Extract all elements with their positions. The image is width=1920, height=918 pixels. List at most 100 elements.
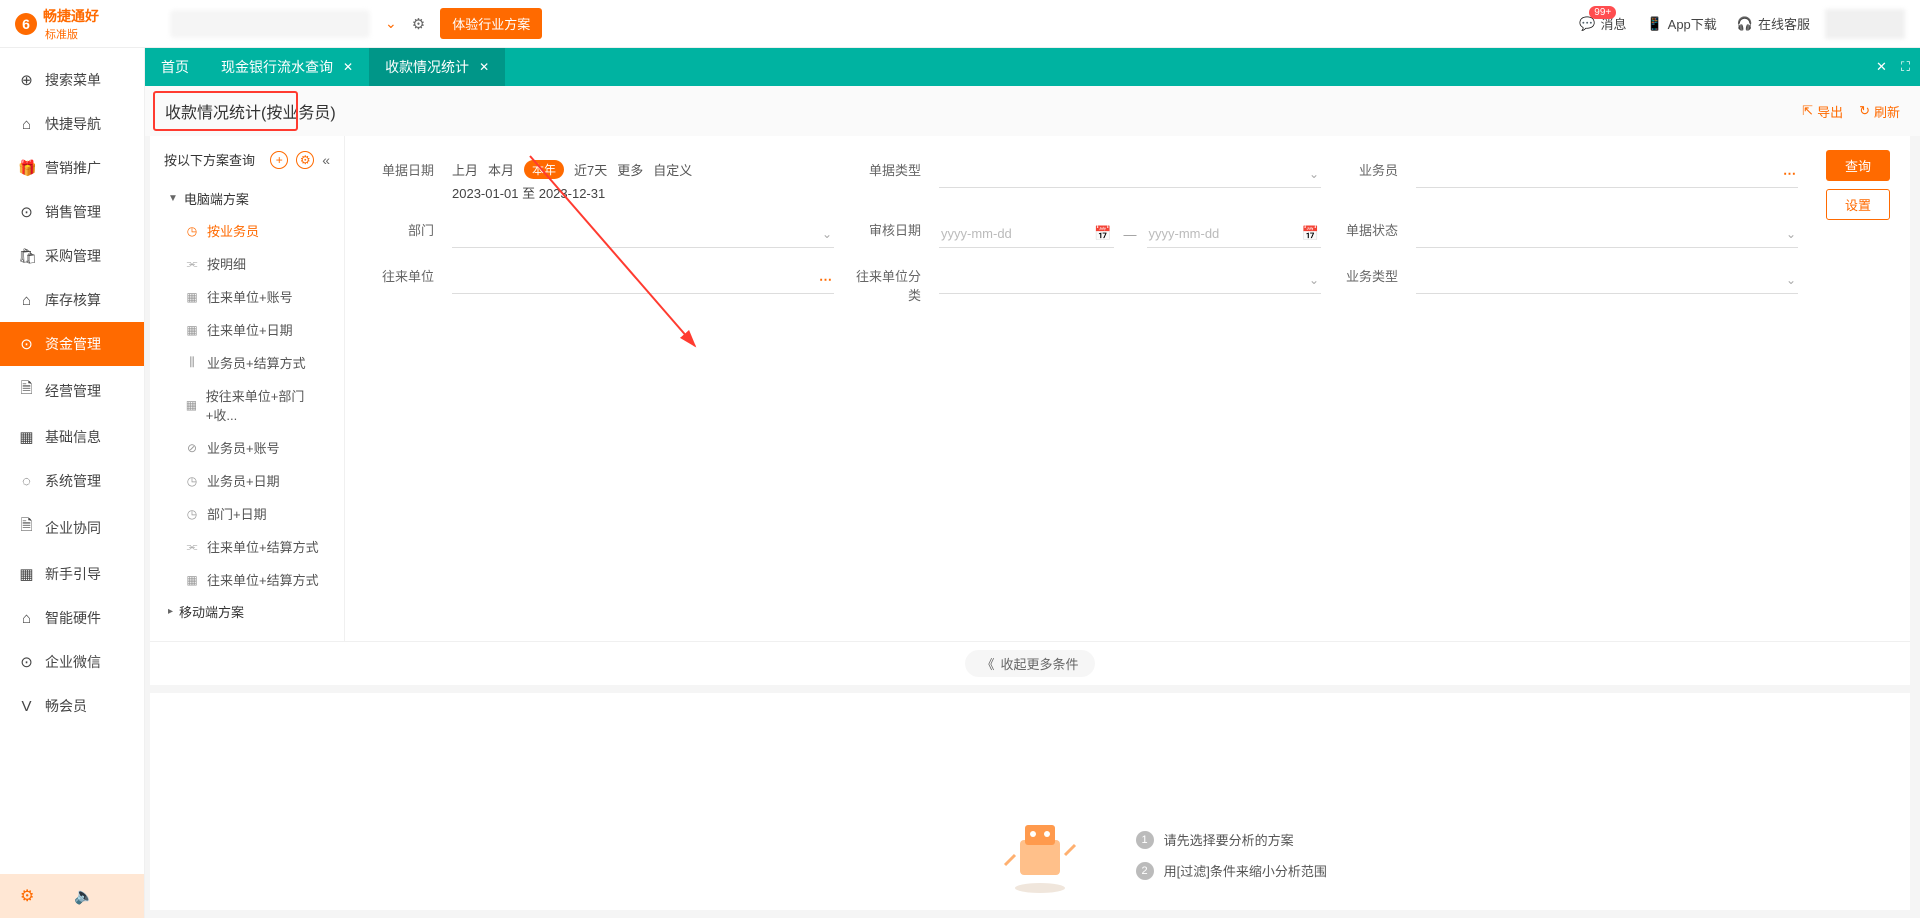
chevron-down-icon: ⌄ (822, 227, 832, 241)
date-preset[interactable]: 本年 (524, 160, 564, 179)
biz-type-select[interactable]: ⌄ (1416, 266, 1798, 294)
tree-item-label: 按业务员 (207, 221, 259, 240)
tree-item[interactable]: ▦按往来单位+部门+收... (164, 379, 330, 431)
nav-item[interactable]: ▦新手引导 (0, 552, 144, 596)
tree-item-label: 业务员+账号 (207, 438, 280, 457)
gear-icon[interactable]: ⚙ (20, 886, 34, 906)
tab[interactable]: 收款情况统计 ✕ (369, 48, 505, 86)
empty-step-2: 2用[过滤]条件来缩小分析范围 (1136, 861, 1327, 880)
customer-picker[interactable]: ⋯ (452, 266, 834, 294)
nav-icon: V (18, 698, 35, 715)
scheme-header: 按以下方案查询 + ⚙ « (164, 150, 330, 169)
add-scheme-button[interactable]: + (270, 151, 288, 169)
chevron-down-icon: ⌄ (1309, 273, 1319, 287)
app-download-button[interactable]: 📱 App下载 (1646, 14, 1716, 33)
bill-status-select[interactable]: ⌄ (1416, 220, 1798, 248)
tree-item[interactable]: ◷按业务员 (164, 214, 330, 247)
customer-category-select[interactable]: ⌄ (939, 266, 1321, 294)
nav-icon: 🗎 (18, 515, 35, 540)
query-button[interactable]: 查询 (1826, 150, 1890, 181)
nav-label: 智能硬件 (45, 608, 101, 628)
audit-date-to[interactable]: yyyy-mm-dd📅 (1147, 220, 1322, 248)
nav-item[interactable]: ⊙销售管理 (0, 190, 144, 234)
tab[interactable]: 现金银行流水查询✕ (205, 48, 369, 86)
audit-date-from[interactable]: yyyy-mm-dd📅 (939, 220, 1114, 248)
online-service-button[interactable]: 🎧 在线客服 (1737, 14, 1810, 33)
tree-group-label: 移动端方案 (179, 602, 244, 621)
tree-item[interactable]: ⫼业务员+结算方式 (164, 346, 330, 379)
close-all-icon[interactable]: ✕ (1876, 59, 1887, 75)
collapse-more-button[interactable]: 《 收起更多条件 (965, 650, 1094, 677)
date-preset[interactable]: 近7天 (574, 160, 607, 179)
brand-icon: 6 (15, 13, 37, 35)
scheme-settings-button[interactable]: ⚙ (296, 151, 314, 169)
nav-item[interactable]: 🎁营销推广 (0, 146, 144, 190)
tree-item[interactable]: ◷业务员+日期 (164, 464, 330, 497)
tree-item[interactable]: ⫘按明细 (164, 247, 330, 280)
nav-item[interactable]: ⌂智能硬件 (0, 596, 144, 640)
nav-item[interactable]: ⊙企业微信 (0, 640, 144, 684)
tree-item[interactable]: ▦往来单位+账号 (164, 280, 330, 313)
close-icon[interactable]: ✕ (343, 60, 353, 74)
nav-item[interactable]: V畅会员 (0, 684, 144, 728)
tree-item[interactable]: ⊘业务员+账号 (164, 431, 330, 464)
nav-item[interactable]: ⊙资金管理 (0, 322, 144, 366)
tree-group-header[interactable]: ▼电脑端方案 (164, 183, 330, 214)
date-preset[interactable]: 本月 (488, 160, 514, 179)
nav-item[interactable]: ◌系统管理 (0, 459, 144, 503)
nav-label: 基础信息 (45, 427, 101, 447)
messages-button[interactable]: 💬 消息 99+ (1579, 14, 1626, 33)
user-avatar[interactable] (1825, 9, 1905, 39)
trial-button[interactable]: 体验行业方案 (440, 8, 542, 39)
tree-item-label: 往来单位+结算方式 (207, 537, 319, 556)
tab[interactable]: 首页 (145, 48, 205, 86)
expand-icon[interactable]: ⛶ (1901, 59, 1910, 75)
date-presets: 上月本月本年近7天更多自定义 (452, 160, 834, 179)
nav-label: 企业微信 (45, 652, 101, 672)
settings-button[interactable]: 设置 (1826, 189, 1890, 220)
bill-type-select[interactable]: ⌄ (939, 160, 1321, 188)
tree-item[interactable]: ⫘往来单位+结算方式 (164, 530, 330, 563)
nav-icon: ⊙ (18, 335, 35, 353)
speaker-icon[interactable]: 🔈 (74, 886, 94, 906)
field-label-department: 部门 (367, 212, 442, 256)
field-label-customer-category: 往来单位分类 (844, 258, 929, 312)
tree-item[interactable]: ▦往来单位+结算方式 (164, 563, 330, 596)
tree-group-header[interactable]: ▸移动端方案 (164, 596, 330, 627)
nav-label: 营销推广 (45, 158, 101, 178)
tree-item[interactable]: ◷部门+日期 (164, 497, 330, 530)
date-preset[interactable]: 更多 (617, 160, 643, 179)
nav-item[interactable]: ⌂库存核算 (0, 278, 144, 322)
department-select[interactable]: ⌄ (452, 220, 834, 248)
nav-item[interactable]: ⌂快捷导航 (0, 102, 144, 146)
nav-item[interactable]: 🛍采购管理 (0, 234, 144, 278)
nav-item[interactable]: ⊕搜索菜单 (0, 58, 144, 102)
nav-label: 新手引导 (45, 564, 101, 584)
headset-icon: 🎧 (1737, 16, 1753, 32)
tree-item-label: 往来单位+账号 (207, 287, 293, 306)
refresh-button[interactable]: ↻ 刷新 (1859, 102, 1900, 121)
date-preset[interactable]: 自定义 (653, 160, 692, 179)
nav-item[interactable]: 🗎企业协同 (0, 503, 144, 552)
title-actions: ⇱ 导出 ↻ 刷新 (1802, 102, 1900, 121)
date-separator: — (1124, 227, 1137, 242)
tab-label: 收款情况统计 (385, 57, 469, 77)
chevron-down-icon: ⌄ (1786, 227, 1796, 241)
export-button[interactable]: ⇱ 导出 (1802, 102, 1843, 121)
nav-icon: ◌ (18, 473, 35, 490)
date-range-display: 2023-01-01 至 2023-12-31 (452, 183, 834, 202)
tree-item-icon: ◷ (184, 506, 200, 522)
tree-item[interactable]: ▦往来单位+日期 (164, 313, 330, 346)
salesperson-picker[interactable]: ⋯ (1416, 160, 1798, 188)
collapse-panel-icon[interactable]: « (322, 152, 330, 168)
org-selector[interactable] (170, 10, 370, 38)
chevron-down-icon[interactable]: ⌄ (385, 15, 397, 32)
nav-label: 搜索菜单 (45, 70, 101, 90)
nav-item[interactable]: ▦基础信息 (0, 415, 144, 459)
nav-item[interactable]: 🗎经营管理 (0, 366, 144, 415)
gear-icon[interactable]: ⚙ (412, 15, 425, 33)
date-preset[interactable]: 上月 (452, 160, 478, 179)
step-text: 用[过滤]条件来缩小分析范围 (1164, 861, 1327, 880)
tree-item-icon: ⫼ (184, 355, 200, 371)
close-icon[interactable]: ✕ (479, 60, 489, 74)
